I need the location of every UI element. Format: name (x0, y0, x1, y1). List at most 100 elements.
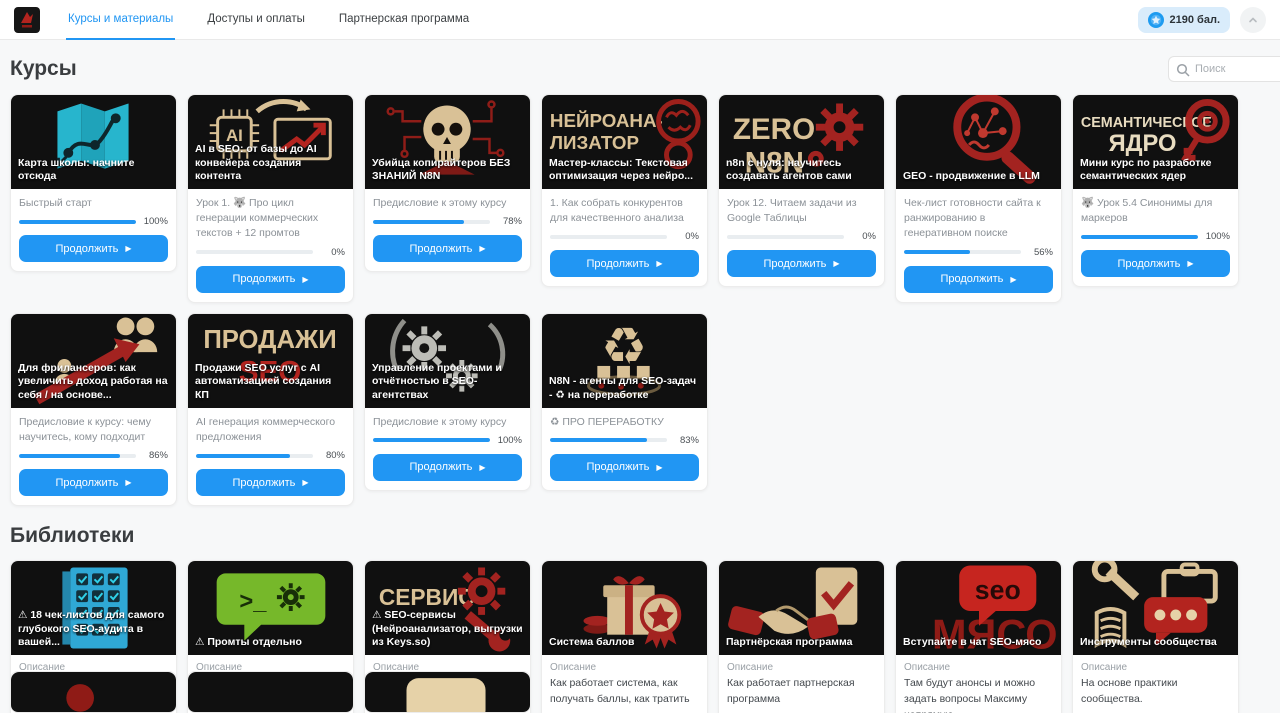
course-thumbnail[interactable]: СЕМАНТИЧЕСКОЕ ЯДРО Мини курс по разработ… (1073, 95, 1238, 189)
course-thumbnail[interactable]: AI AI в SEO: от базы до AI конвейера соз… (188, 95, 353, 189)
play-icon: ▶ (656, 462, 663, 472)
library-thumbnail[interactable] (188, 672, 353, 712)
current-lesson: Предисловие к этому курсу (373, 197, 507, 209)
progress-percent: 80% (325, 450, 345, 462)
continue-button[interactable]: Продолжить ▶ (373, 453, 522, 481)
library-card: Система баллов Описание Как работает сис… (541, 560, 708, 713)
library-thumbnail[interactable]: МЯСО seo Вступайте в чат SEO-мясо (896, 561, 1061, 656)
continue-button[interactable]: Продолжить ▶ (19, 469, 168, 497)
library-card (364, 671, 531, 713)
course-card: ♻ N8N - агенты для SEO-задач - ♻ на пере… (541, 312, 708, 491)
course-card: Для фрилансеров: как увеличить доход раб… (10, 312, 177, 507)
course-thumbnail[interactable]: Карта школы: начните отсюда (11, 95, 176, 189)
library-card: Партнёрская программа Описание Как работ… (718, 560, 885, 713)
course-title: Продажи SEO услуг с AI автоматизацией со… (195, 361, 332, 402)
continue-button[interactable]: Продолжить ▶ (373, 235, 522, 263)
progress-fill (196, 453, 290, 458)
library-thumbnail[interactable]: ⚠ 18 чек-листов для самого глубокого SEO… (11, 561, 176, 656)
progress-bar: 56% (904, 247, 1053, 258)
library-description: Как работает система, как получать баллы… (550, 677, 690, 705)
tab-partner-program[interactable]: Партнерская программа (337, 0, 471, 40)
progress-fill (373, 438, 490, 443)
play-icon: ▶ (656, 259, 663, 269)
nav-tabs: Курсы и материалы Доступы и оплаты Партн… (66, 0, 501, 40)
progress-bar: 0% (727, 231, 876, 242)
continue-button[interactable]: Продолжить ▶ (1081, 250, 1230, 278)
course-thumbnail[interactable]: Управление проектами и отчётностью в SEO… (365, 313, 530, 408)
course-thumbnail[interactable]: GEO - продвижение в LLM (896, 95, 1061, 189)
course-title: n8n с нуля: научитесь создавать агентов … (726, 156, 852, 183)
current-lesson: 🐺 Урок 5.4 Синонимы для маркеров (1081, 197, 1213, 225)
progress-fill (373, 219, 465, 224)
current-lesson: Быстрый старт (19, 197, 92, 209)
library-thumbnail[interactable]: Система баллов (542, 561, 707, 656)
library-thumbnail[interactable]: Партнёрская программа (719, 561, 884, 656)
svg-text:ПРОДАЖИ: ПРОДАЖИ (203, 326, 336, 354)
course-title: Управление проектами и отчётностью в SEO… (372, 361, 502, 402)
progress-percent: 0% (331, 246, 345, 258)
progress-percent: 86% (148, 450, 168, 462)
current-lesson: Предисловие к этому курсу (373, 415, 507, 428)
chevron-up-icon (1249, 16, 1257, 22)
library-title: Система баллов (549, 636, 635, 649)
progress-bar: 80% (196, 450, 345, 461)
course-thumbnail[interactable]: ♻ N8N - агенты для SEO-задач - ♻ на пере… (542, 313, 707, 408)
progress-bar: 100% (19, 216, 168, 227)
continue-button[interactable]: Продолжить ▶ (19, 235, 168, 263)
progress-bar: 78% (373, 216, 522, 227)
course-thumbnail[interactable]: НЕЙРОАНА- ЛИЗАТОР Мастер-классы: Текстов… (542, 95, 707, 189)
school-logo[interactable] (14, 6, 40, 33)
continue-button[interactable]: Продолжить ▶ (196, 265, 345, 293)
progress-percent: 78% (502, 216, 522, 228)
svg-text:ЯДРО: ЯДРО (1109, 131, 1177, 157)
points-badge[interactable]: 2190 бал. (1137, 6, 1230, 33)
svg-text:ZERO: ZERO (733, 113, 815, 146)
course-card: НЕЙРОАНА- ЛИЗАТОР Мастер-классы: Текстов… (541, 94, 708, 288)
tab-access-and-payments[interactable]: Доступы и оплаты (205, 0, 307, 40)
progress-percent: 0% (862, 231, 876, 243)
course-thumbnail[interactable]: ZERO N8N n8n с нуля: научитесь создавать… (719, 95, 884, 189)
library-title: Партнёрская программа (726, 636, 853, 649)
continue-button[interactable]: Продолжить ▶ (550, 250, 699, 278)
play-icon: ▶ (1010, 274, 1017, 284)
current-lesson: Предисловие к курсу: чему научитесь, ком… (19, 415, 151, 443)
current-lesson: ♻ ПРО ПЕРЕРАБОТКУ (550, 415, 664, 428)
collapse-header-button[interactable] (1240, 6, 1266, 33)
partial-thumbnail-art (66, 684, 94, 712)
continue-button[interactable]: Продолжить ▶ (727, 250, 876, 278)
course-thumbnail[interactable]: ПРОДАЖИ SEO Продажи SEO услуг с AI автом… (188, 313, 353, 408)
course-title: Карта школы: начните отсюда (18, 156, 135, 183)
course-title: Мини курс по разработке семантических яд… (1080, 156, 1212, 183)
library-description: Как работает партнерская программа (727, 677, 855, 705)
library-thumbnail[interactable]: Инструменты сообщества (1073, 561, 1238, 656)
svg-text:>_: >_ (239, 589, 267, 615)
course-thumbnail[interactable]: Для фрилансеров: как увеличить доход раб… (11, 313, 176, 408)
course-thumbnail[interactable]: Убийца копирайтеров БЕЗ ЗНАНИЙ N8N (365, 95, 530, 189)
play-icon: ▶ (125, 478, 132, 488)
progress-percent: 100% (143, 216, 168, 228)
progress-fill (550, 438, 648, 443)
libraries-section-title: Библиотеки (10, 524, 135, 548)
svg-text:НЕЙРОАНА-: НЕЙРОАНА- (550, 110, 663, 131)
library-thumbnail[interactable]: >_ ⚠ Промты отдельно (188, 561, 353, 656)
library-description: На основе практики сообщества. (1081, 677, 1178, 705)
library-title: ⚠ Промты отдельно (195, 636, 302, 649)
course-card: Управление проектами и отчётностью в SEO… (364, 312, 531, 491)
points-badge-label: 2190 бал. (1169, 13, 1220, 26)
courses-grid-row-1: Карта школы: начните отсюда Быстрый стар… (10, 94, 1270, 303)
points-coin-icon (1147, 11, 1164, 28)
library-thumbnail[interactable] (365, 672, 530, 712)
continue-button[interactable]: Продолжить ▶ (196, 469, 345, 497)
progress-fill (19, 453, 120, 458)
course-title: Убийца копирайтеров БЕЗ ЗНАНИЙ N8N (372, 156, 511, 183)
continue-button[interactable]: Продолжить ▶ (550, 453, 699, 481)
library-title: ⚠ SEO-сервисы (Нейроанализатор, выгрузки… (372, 609, 523, 649)
library-thumbnail[interactable]: СЕРВИС ⚠ SEO-сервисы (Нейроанализатор, в… (365, 561, 530, 656)
course-title: AI в SEO: от базы до AI конвейера создан… (195, 143, 317, 183)
play-icon: ▶ (479, 244, 486, 254)
course-title: Для фрилансеров: как увеличить доход раб… (18, 361, 168, 402)
library-thumbnail[interactable] (11, 672, 176, 712)
tab-courses-and-materials[interactable]: Курсы и материалы (66, 0, 175, 40)
course-card: Карта школы: начните отсюда Быстрый стар… (10, 94, 177, 273)
continue-button[interactable]: Продолжить ▶ (904, 265, 1053, 293)
